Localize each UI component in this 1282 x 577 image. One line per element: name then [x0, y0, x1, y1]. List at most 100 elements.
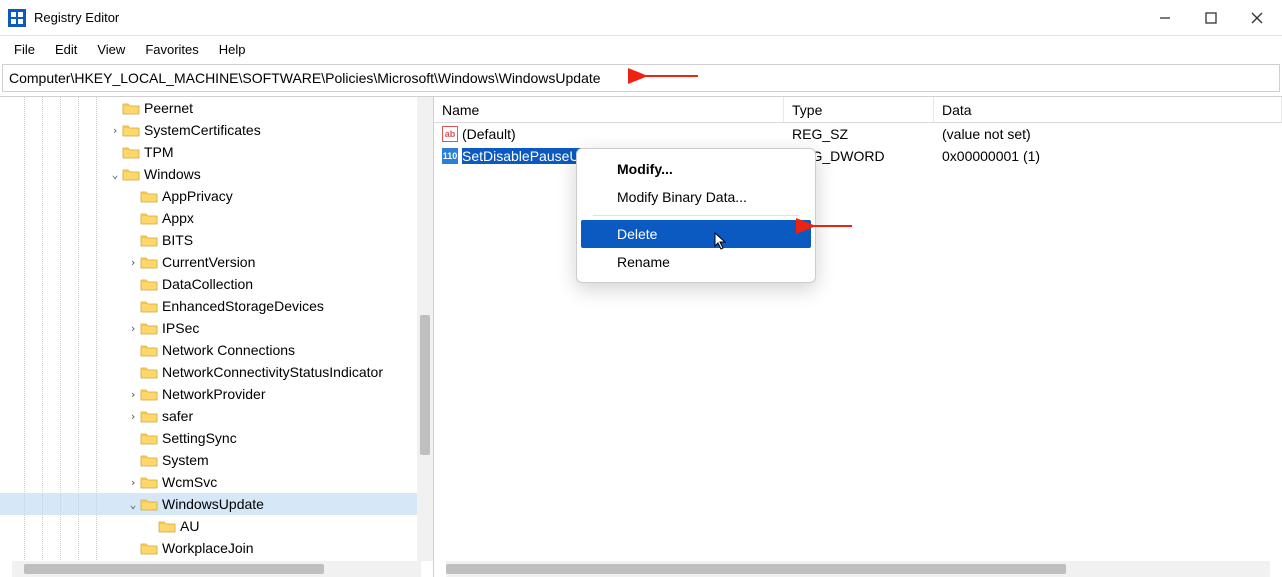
- tree-item[interactable]: AppPrivacy: [0, 185, 433, 207]
- ctx-modify[interactable]: Modify...: [581, 155, 811, 183]
- tree-item-label: IPSec: [162, 320, 199, 336]
- tree-item[interactable]: Appx: [0, 207, 433, 229]
- tree-twisty-icon[interactable]: ›: [126, 322, 140, 335]
- dword-value-icon: 110: [442, 148, 458, 164]
- tree-item[interactable]: TPM: [0, 141, 433, 163]
- folder-icon: [122, 167, 140, 181]
- col-data[interactable]: Data: [942, 102, 972, 118]
- folder-icon: [140, 387, 158, 401]
- col-name[interactable]: Name: [442, 102, 479, 118]
- value-list-pane: Name Type Data ab(Default)REG_SZ(value n…: [434, 97, 1282, 577]
- folder-icon: [140, 497, 158, 511]
- tree-item[interactable]: ›NetworkProvider: [0, 383, 433, 405]
- folder-icon: [140, 299, 158, 313]
- tree-item-label: safer: [162, 408, 193, 424]
- tree-item[interactable]: AU: [0, 515, 433, 537]
- registry-tree[interactable]: Peernet › SystemCertificates TPM ⌄ Windows App…: [0, 97, 433, 577]
- tree-twisty-icon[interactable]: ›: [108, 124, 122, 137]
- window-title: Registry Editor: [34, 10, 1142, 25]
- close-button[interactable]: [1234, 2, 1280, 34]
- value-name: (Default): [462, 126, 516, 142]
- folder-icon: [140, 541, 158, 555]
- tree-item-label: DataCollection: [162, 276, 253, 292]
- tree-hscroll[interactable]: [12, 561, 421, 577]
- ctx-modify-binary[interactable]: Modify Binary Data...: [581, 183, 811, 211]
- tree-item-label: AppPrivacy: [162, 188, 233, 204]
- tree-item[interactable]: › safer: [0, 405, 433, 427]
- tree-vscroll[interactable]: [417, 97, 433, 561]
- tree-item-label: Peernet: [144, 100, 193, 116]
- tree-item[interactable]: System: [0, 449, 433, 471]
- app-icon: [8, 9, 26, 27]
- menu-edit[interactable]: Edit: [45, 40, 87, 59]
- menu-view[interactable]: View: [87, 40, 135, 59]
- folder-icon: [140, 409, 158, 423]
- folder-icon: [140, 343, 158, 357]
- context-menu: Modify... Modify Binary Data... Delete R…: [576, 148, 816, 283]
- tree-item[interactable]: EnhancedStorageDevices: [0, 295, 433, 317]
- folder-icon: [140, 277, 158, 291]
- menu-file[interactable]: File: [4, 40, 45, 59]
- menu-help[interactable]: Help: [209, 40, 256, 59]
- tree-pane: Peernet › SystemCertificates TPM ⌄ Windows App…: [0, 97, 434, 577]
- minimize-button[interactable]: [1142, 2, 1188, 34]
- tree-twisty-icon[interactable]: ›: [126, 388, 140, 401]
- tree-item-label: BITS: [162, 232, 193, 248]
- tree-item[interactable]: DataCollection: [0, 273, 433, 295]
- folder-icon: [140, 233, 158, 247]
- tree-item-label: SystemCertificates: [144, 122, 261, 138]
- tree-item-label: Appx: [162, 210, 194, 226]
- tree-item-label: SettingSync: [162, 430, 237, 446]
- folder-icon: [140, 255, 158, 269]
- folder-icon: [122, 145, 140, 159]
- tree-item[interactable]: › WcmSvc: [0, 471, 433, 493]
- tree-item-label: TPM: [144, 144, 174, 160]
- folder-icon: [140, 189, 158, 203]
- folder-icon: [140, 431, 158, 445]
- ctx-rename[interactable]: Rename: [581, 248, 811, 276]
- tree-twisty-icon[interactable]: ⌄: [108, 168, 122, 181]
- list-hscroll[interactable]: [446, 561, 1270, 577]
- value-data: (value not set): [942, 126, 1031, 142]
- string-value-icon: ab: [442, 126, 458, 142]
- col-type[interactable]: Type: [792, 102, 822, 118]
- tree-item[interactable]: ⌄ WindowsUpdate: [0, 493, 433, 515]
- tree-item[interactable]: NetworkConnectivityStatusIndicator: [0, 361, 433, 383]
- tree-twisty-icon[interactable]: ›: [126, 256, 140, 269]
- value-row[interactable]: ab(Default)REG_SZ(value not set): [434, 123, 1282, 145]
- ctx-delete[interactable]: Delete: [581, 220, 811, 248]
- tree-item-label: WorkplaceJoin: [162, 540, 254, 556]
- list-header: Name Type Data: [434, 97, 1282, 123]
- menu-favorites[interactable]: Favorites: [135, 40, 208, 59]
- tree-twisty-icon[interactable]: ›: [126, 410, 140, 423]
- address-bar[interactable]: Computer\HKEY_LOCAL_MACHINE\SOFTWARE\Pol…: [2, 64, 1280, 92]
- tree-item-label: NetworkConnectivityStatusIndicator: [162, 364, 383, 380]
- tree-item[interactable]: › SystemCertificates: [0, 119, 433, 141]
- menubar: File Edit View Favorites Help: [0, 36, 1282, 62]
- tree-item[interactable]: BITS: [0, 229, 433, 251]
- tree-twisty-icon[interactable]: ⌄: [126, 498, 140, 511]
- tree-item[interactable]: › IPSec: [0, 317, 433, 339]
- tree-item[interactable]: SettingSync: [0, 427, 433, 449]
- tree-twisty-icon[interactable]: ›: [126, 476, 140, 489]
- tree-item[interactable]: WorkplaceJoin: [0, 537, 433, 559]
- folder-icon: [158, 519, 176, 533]
- tree-item-label: WindowsUpdate: [162, 496, 264, 512]
- tree-item-label: WcmSvc: [162, 474, 217, 490]
- tree-item[interactable]: ›CurrentVersion: [0, 251, 433, 273]
- folder-icon: [140, 321, 158, 335]
- folder-icon: [140, 365, 158, 379]
- maximize-button[interactable]: [1188, 2, 1234, 34]
- tree-item-label: Windows: [144, 166, 201, 182]
- tree-item[interactable]: Network Connections: [0, 339, 433, 361]
- value-rows: ab(Default)REG_SZ(value not set)110SetDi…: [434, 123, 1282, 167]
- value-data: 0x00000001 (1): [942, 148, 1040, 164]
- folder-icon: [122, 101, 140, 115]
- value-row[interactable]: 110SetDisablePauseUXAccessREG_DWORD0x000…: [434, 145, 1282, 167]
- folder-icon: [122, 123, 140, 137]
- tree-item[interactable]: ⌄ Windows: [0, 163, 433, 185]
- folder-icon: [140, 475, 158, 489]
- tree-item[interactable]: Peernet: [0, 97, 433, 119]
- tree-item-label: AU: [180, 518, 199, 534]
- folder-icon: [140, 211, 158, 225]
